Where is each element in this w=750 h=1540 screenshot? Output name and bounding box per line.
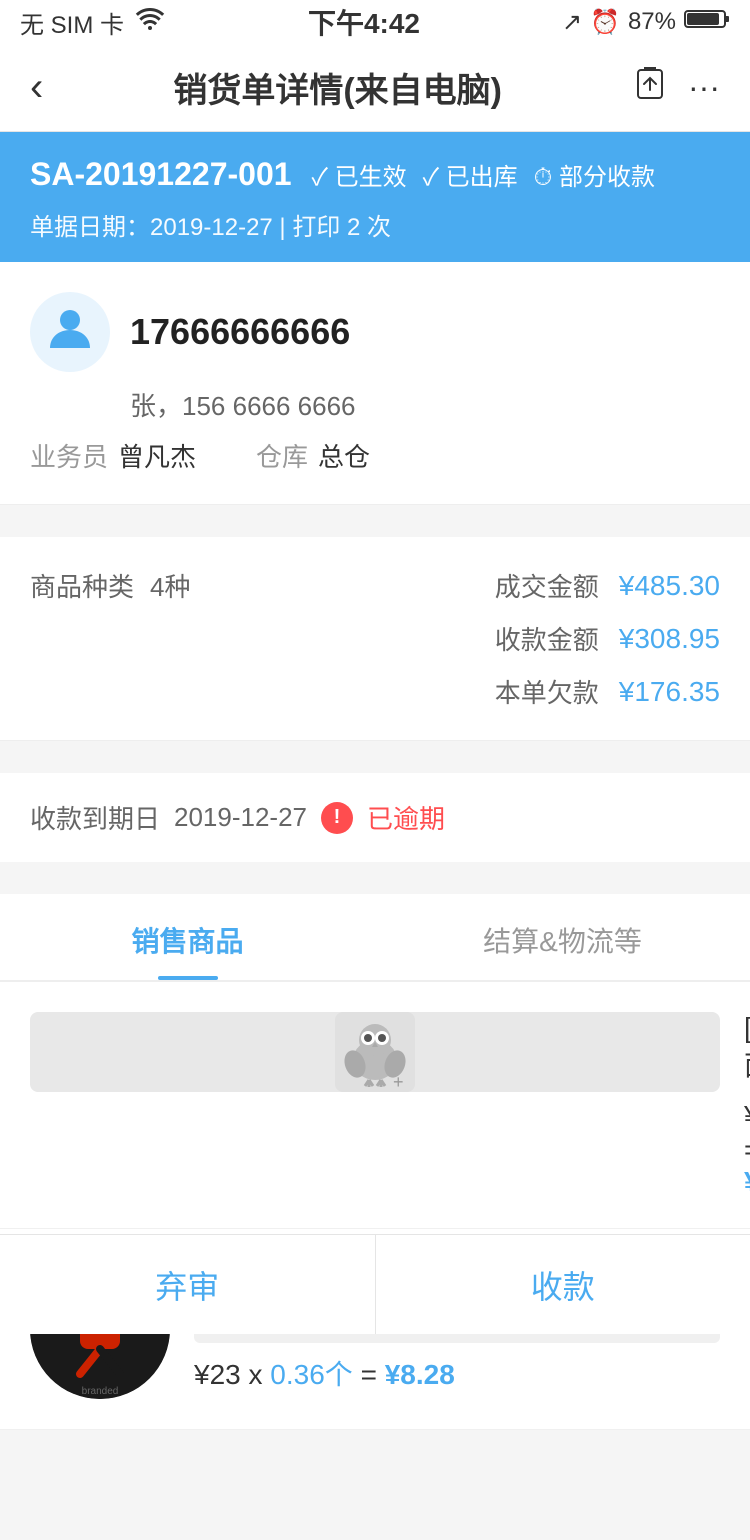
customer-section: 17666666666 张，156 6666 6666 业务员 曾凡杰 仓库 总…	[0, 262, 750, 505]
list-item: + [0000002]面包 ¥40 x 5袋 = ¥199.99	[0, 982, 750, 1229]
location-icon: ↗	[562, 8, 582, 37]
product-qty-2: 0.36个	[270, 1359, 353, 1390]
alarm-icon: ⏰	[590, 8, 620, 37]
order-date-line: 单据日期：2019-12-27 | 打印 2 次	[30, 207, 720, 242]
overdue-icon: !	[321, 802, 353, 834]
salesperson-label: 业务员	[30, 437, 108, 474]
bottom-spacer	[0, 1430, 750, 1540]
product-thumbnail-1: +	[30, 1012, 720, 1092]
header-banner: SA-20191227-001 ✓ 已生效 ✓ 已出库 ⏱ 部分收款 单据日期：…	[0, 132, 750, 262]
deal-amount-label: 成交金额	[495, 567, 599, 604]
battery-text: 87%	[628, 8, 676, 36]
due-date: 2019-12-27	[174, 802, 307, 833]
owed-value: ¥176.35	[619, 676, 720, 708]
received-value: ¥308.95	[619, 623, 720, 655]
deal-amount-value: ¥485.30	[619, 570, 720, 602]
status-right: ↗ ⏰ 87%	[562, 8, 730, 37]
more-icon[interactable]: ···	[688, 69, 720, 106]
due-label: 收款到期日	[30, 799, 160, 836]
product-total-1: ¥199.99	[744, 1166, 750, 1197]
summary-section: 商品种类 4种 成交金额 ¥485.30 收款金额 ¥308.95 本单欠款 ¥…	[0, 537, 750, 741]
product-types-value: 4种	[150, 567, 190, 604]
bottom-bar: 弃审 收款	[0, 1234, 750, 1334]
share-icon[interactable]	[632, 66, 668, 110]
salesperson-value: 曾凡杰	[118, 437, 196, 474]
divider-1	[0, 505, 750, 521]
status-time: 下午4:42	[308, 2, 420, 42]
product-price-1: ¥40 x 5袋 = ¥199.99	[744, 1094, 750, 1198]
customer-sub-name: 张，156 6666 6666	[130, 386, 720, 423]
product-name-1: [0000002]面包	[744, 1012, 750, 1084]
status-bar: 无 SIM 卡 下午4:42 ↗ ⏰ 87%	[0, 0, 750, 44]
owed-label: 本单欠款	[495, 673, 599, 710]
status-partial: ⏱ 部分收款	[534, 157, 655, 192]
overdue-text: 已逾期	[367, 799, 445, 836]
customer-meta: 业务员 曾凡杰 仓库 总仓	[30, 437, 720, 474]
status-shipped: ✓ 已出库	[423, 157, 518, 192]
wifi-icon	[134, 8, 166, 37]
product-total-2: ¥8.28	[385, 1359, 455, 1390]
product-info-1: [0000002]面包 ¥40 x 5袋 = ¥199.99	[744, 1012, 750, 1198]
order-id: SA-20191227-001	[30, 156, 292, 193]
carrier-text: 无 SIM 卡	[20, 5, 124, 40]
tabs-section: 销售商品 结算&物流等	[0, 894, 750, 982]
divider-3	[0, 862, 750, 878]
collect-payment-button[interactable]: 收款	[376, 1235, 750, 1334]
back-button[interactable]: ‹	[30, 65, 43, 110]
status-effective: ✓ 已生效	[312, 157, 407, 192]
tab-settlement[interactable]: 结算&物流等	[375, 894, 750, 980]
divider-2	[0, 741, 750, 757]
tab-sales-products[interactable]: 销售商品	[0, 894, 375, 980]
svg-text:branded: branded	[82, 1386, 119, 1397]
warehouse-label: 仓库	[256, 437, 308, 474]
page-title: 销货单详情(来自电脑)	[173, 63, 502, 112]
product-types-label: 商品种类	[30, 567, 134, 604]
svg-text:+: +	[393, 1072, 404, 1092]
due-section: 收款到期日 2019-12-27 ! 已逾期	[0, 773, 750, 862]
product-list: + [0000002]面包 ¥40 x 5袋 = ¥199.99	[0, 982, 750, 1430]
cancel-review-button[interactable]: 弃审	[0, 1235, 376, 1334]
status-left: 无 SIM 卡	[20, 5, 166, 40]
customer-name: 17666666666	[130, 311, 350, 353]
product-price-2: ¥23 x 0.36个 = ¥8.28	[194, 1353, 720, 1393]
received-label: 收款金额	[495, 620, 599, 657]
nav-bar: ‹ 销货单详情(来自电脑) ···	[0, 44, 750, 132]
avatar	[30, 292, 110, 372]
nav-actions: ···	[632, 66, 720, 110]
warehouse-value: 总仓	[318, 437, 370, 474]
person-icon	[45, 302, 95, 363]
battery-icon	[684, 8, 730, 37]
